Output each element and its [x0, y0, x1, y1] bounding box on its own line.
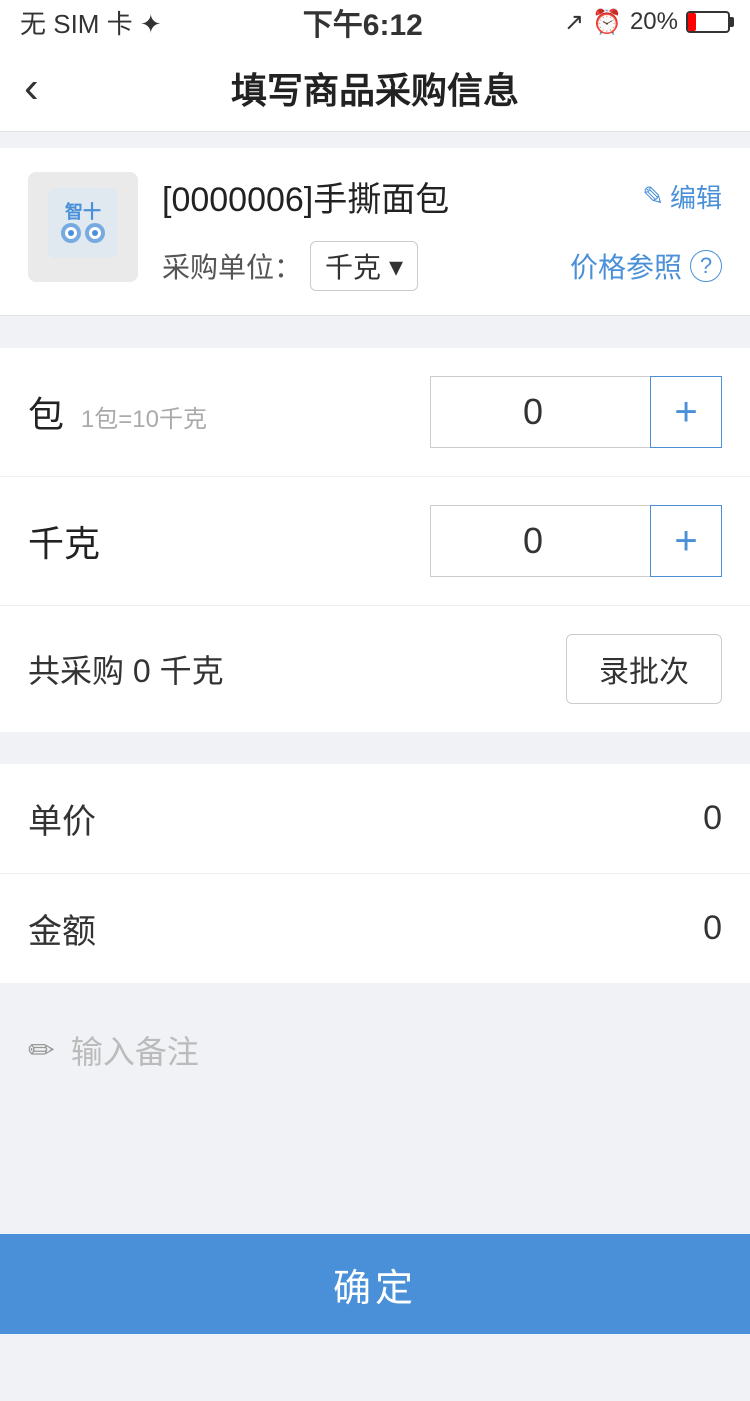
- product-logo: 智十: [48, 188, 118, 267]
- status-bar: 无 SIM 卡 ✦ 下午6:12 ↗ ⏰ 20%: [0, 0, 750, 44]
- confirm-button[interactable]: 确定: [0, 1234, 750, 1334]
- alarm-icon: ⏰: [592, 8, 622, 37]
- unit-value: 千克: [325, 246, 381, 286]
- amount-value: 0: [703, 909, 722, 948]
- summary-text: 共采购 0 千克: [28, 646, 224, 692]
- edit-label: 编辑: [670, 178, 722, 215]
- unit-price-value: 0: [703, 799, 722, 838]
- sim-status: 无 SIM 卡 ✦: [20, 4, 162, 41]
- product-info: [0000006]手撕面包 ✎ 编辑 采购单位： 千克 ▾ 价格参照 ?: [162, 172, 722, 291]
- quantity-row-bag: 包 1包=10千克 +: [0, 348, 750, 477]
- product-name-row: [0000006]手撕面包 ✎ 编辑: [162, 172, 722, 221]
- unit-label: 采购单位：: [162, 246, 302, 286]
- qty-input-kg[interactable]: [430, 505, 650, 577]
- edit-button[interactable]: ✎ 编辑: [642, 178, 722, 215]
- qty-input-bag[interactable]: [430, 376, 650, 448]
- quantity-section: 包 1包=10千克 + 千克 + 共采购 0 千克 录批次: [0, 348, 750, 732]
- qty-label-bag: 包 1包=10千克: [28, 386, 430, 438]
- unit-select[interactable]: 千克 ▾: [310, 241, 418, 291]
- help-icon: ?: [690, 250, 722, 282]
- section-divider-2: [0, 732, 750, 748]
- location-icon: ↗: [564, 8, 584, 37]
- edit-icon: ✎: [642, 181, 664, 212]
- pencil-icon: ✏: [28, 1031, 55, 1069]
- unit-price-label: 单价: [28, 794, 96, 843]
- unit-price-row: 单价 0: [0, 764, 750, 874]
- page-header: ‹ 填写商品采购信息: [0, 44, 750, 132]
- price-ref-label: 价格参照: [570, 246, 682, 286]
- section-divider-1: [0, 316, 750, 332]
- product-thumbnail: 智十: [28, 172, 138, 282]
- notes-placeholder: 输入备注: [71, 1027, 199, 1073]
- qty-controls-kg: +: [430, 505, 722, 577]
- amount-label: 金额: [28, 904, 96, 953]
- qty-controls-bag: +: [430, 376, 722, 448]
- product-card: 智十 [0000006]手撕面包 ✎ 编辑: [0, 148, 750, 316]
- battery-tip: [730, 17, 734, 27]
- status-time: 下午6:12: [303, 0, 423, 44]
- product-name: [0000006]手撕面包: [162, 172, 449, 221]
- unit-row: 采购单位： 千克 ▾ 价格参照 ?: [162, 241, 722, 291]
- battery-fill: [688, 13, 696, 31]
- status-right: ↗ ⏰ 20%: [564, 8, 730, 37]
- notes-section[interactable]: ✏ 输入备注: [0, 999, 750, 1101]
- qty-label-kg: 千克: [28, 515, 430, 567]
- quantity-row-kg: 千克 +: [0, 477, 750, 606]
- price-ref-button[interactable]: 价格参照 ?: [570, 246, 722, 286]
- status-left: 无 SIM 卡 ✦: [20, 4, 162, 41]
- record-batch-button[interactable]: 录批次: [566, 634, 722, 704]
- qty-plus-kg[interactable]: +: [650, 505, 722, 577]
- qty-main-label-bag: 包: [28, 394, 64, 435]
- page-title: 填写商品采购信息: [231, 62, 519, 114]
- qty-sub-label-bag: 1包=10千克: [81, 406, 207, 433]
- price-info-section: 单价 0 金额 0: [0, 764, 750, 983]
- battery-icon: [686, 11, 730, 33]
- svg-text:智十: 智十: [65, 201, 101, 222]
- summary-row: 共采购 0 千克 录批次: [0, 606, 750, 732]
- dropdown-arrow-icon: ▾: [389, 250, 403, 283]
- battery-percent: 20%: [630, 8, 678, 36]
- qty-main-label-kg: 千克: [28, 523, 100, 564]
- amount-row: 金额 0: [0, 874, 750, 983]
- qty-plus-bag[interactable]: +: [650, 376, 722, 448]
- back-button[interactable]: ‹: [24, 66, 39, 110]
- content-wrapper: 智十 [0000006]手撕面包 ✎ 编辑: [0, 148, 750, 1401]
